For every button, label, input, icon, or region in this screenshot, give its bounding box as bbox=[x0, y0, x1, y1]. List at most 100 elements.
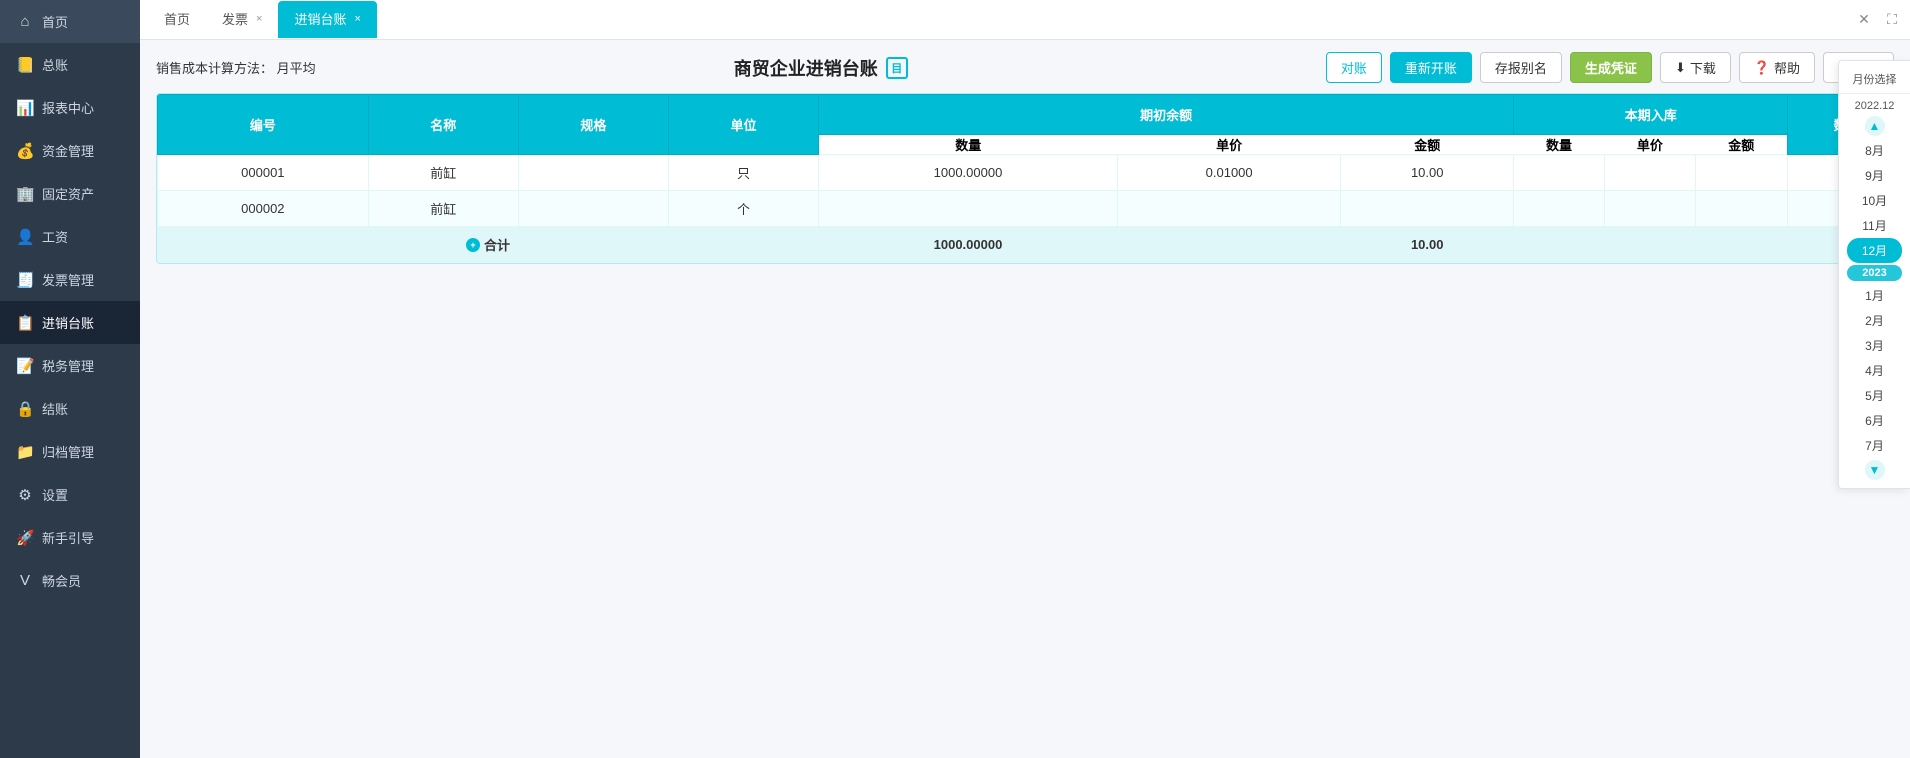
cost-method: 销售成本计算方法： 月平均 bbox=[156, 58, 316, 77]
month-item-10月[interactable]: 10月 bbox=[1839, 188, 1910, 213]
tab-close-inventory-ledger[interactable]: × bbox=[354, 13, 360, 25]
tab-inventory-ledger[interactable]: 进销台账× bbox=[278, 1, 376, 38]
month-nav-down-button[interactable]: ▼ bbox=[1865, 460, 1885, 480]
table-row: 000001 前缸 只 1000.00000 0.01000 10.00 bbox=[158, 155, 1893, 191]
cost-method-value: 月平均 bbox=[277, 61, 316, 76]
col-current-in: 本期入库 bbox=[1514, 95, 1788, 135]
month-item-8月[interactable]: 8月 bbox=[1839, 138, 1910, 163]
month-item-1月[interactable]: 1月 bbox=[1839, 283, 1910, 308]
cell-ci-qty bbox=[1514, 191, 1605, 227]
sidebar-icon-invoice-mgmt: 🧾 bbox=[16, 271, 34, 289]
sidebar-label-guide: 新手引导 bbox=[42, 528, 94, 547]
close-window-button[interactable]: ✕ bbox=[1854, 10, 1874, 30]
month-item-6月[interactable]: 6月 bbox=[1839, 408, 1910, 433]
month-item-2月[interactable]: 2月 bbox=[1839, 308, 1910, 333]
total-ci-amount bbox=[1695, 227, 1788, 263]
month-item-4月[interactable]: 4月 bbox=[1839, 358, 1910, 383]
sidebar-item-payroll[interactable]: 👤 工资 bbox=[0, 215, 140, 258]
cell-unit: 只 bbox=[668, 155, 818, 191]
sidebar-item-inventory[interactable]: 📋 进销台账 bbox=[0, 301, 140, 344]
tab-label-home: 首页 bbox=[164, 9, 190, 28]
total-ob-price bbox=[1117, 227, 1340, 263]
cell-ob-amount bbox=[1341, 191, 1514, 227]
sidebar-icon-finance: 💰 bbox=[16, 142, 34, 160]
cell-ob-price: 0.01000 bbox=[1117, 155, 1340, 191]
sidebar-icon-inventory: 📋 bbox=[16, 314, 34, 332]
download-button[interactable]: ⬇ 下载 bbox=[1660, 52, 1731, 83]
sidebar-item-fixed-assets[interactable]: 🏢 固定资产 bbox=[0, 172, 140, 215]
cell-ci-price bbox=[1604, 155, 1695, 191]
sidebar: ⌂ 首页📒 总账📊 报表中心💰 资金管理🏢 固定资产👤 工资🧾 发票管理📋 进销… bbox=[0, 0, 140, 758]
sidebar-item-finance[interactable]: 💰 资金管理 bbox=[0, 129, 140, 172]
cell-ob-qty: 1000.00000 bbox=[819, 155, 1118, 191]
title-area: 销售成本计算方法： 月平均 商贸企业进销台账 目 对账 重新开账 存报别名 生成… bbox=[156, 52, 1894, 83]
month-item-7月[interactable]: 7月 bbox=[1839, 433, 1910, 458]
month-nav-up: ▲ bbox=[1839, 116, 1910, 136]
sidebar-item-reports[interactable]: 📊 报表中心 bbox=[0, 86, 140, 129]
generate-voucher-button[interactable]: 生成凭证 bbox=[1570, 52, 1652, 83]
reopen-button[interactable]: 重新开账 bbox=[1390, 52, 1472, 83]
total-ob-amount: 10.00 bbox=[1341, 227, 1514, 263]
cell-spec bbox=[518, 155, 668, 191]
cost-method-label: 销售成本计算方法： bbox=[156, 61, 273, 76]
month-item-5月[interactable]: 5月 bbox=[1839, 383, 1910, 408]
total-ci-price bbox=[1604, 227, 1695, 263]
month-panel: 月份选择 2022.12 ▲ 8月9月10月11月12月20231月2月3月4月… bbox=[1838, 60, 1910, 489]
tab-invoice[interactable]: 发票 × bbox=[206, 1, 278, 38]
sidebar-label-tax: 税务管理 bbox=[42, 356, 94, 375]
sidebar-icon-home: ⌂ bbox=[16, 13, 34, 30]
sidebar-icon-general-ledger: 📒 bbox=[16, 56, 34, 74]
month-item-9月[interactable]: 9月 bbox=[1839, 163, 1910, 188]
sidebar-item-general-ledger[interactable]: 📒 总账 bbox=[0, 43, 140, 86]
page-title-text: 商贸企业进销台账 bbox=[734, 55, 878, 81]
sidebar-item-guide[interactable]: 🚀 新手引导 bbox=[0, 516, 140, 559]
cell-ob-amount: 10.00 bbox=[1341, 155, 1514, 191]
cell-ob-price bbox=[1117, 191, 1340, 227]
col-ci-qty: 数量 bbox=[1514, 135, 1605, 155]
sidebar-icon-payroll: 👤 bbox=[16, 228, 34, 246]
reconcile-button[interactable]: 对账 bbox=[1326, 52, 1382, 83]
maximize-window-button[interactable]: ⛶ bbox=[1882, 10, 1902, 30]
tab-label-invoice: 发票 bbox=[222, 9, 248, 28]
col-ob-price: 单价 bbox=[1117, 135, 1340, 155]
col-name: 名称 bbox=[368, 95, 518, 155]
sidebar-label-closing: 结账 bbox=[42, 399, 68, 418]
sidebar-label-inventory: 进销台账 bbox=[42, 313, 94, 332]
month-item-12月[interactable]: 12月 bbox=[1847, 238, 1902, 263]
sidebar-label-fixed-assets: 固定资产 bbox=[42, 184, 94, 203]
sidebar-item-tax[interactable]: 📝 税务管理 bbox=[0, 344, 140, 387]
toolbar: 对账 重新开账 存报别名 生成凭证 ⬇ 下载 ❓ 帮助 ↻ 刷新 bbox=[1326, 52, 1894, 83]
total-label-text: 合计 bbox=[484, 235, 510, 254]
month-list: 8月9月10月11月12月20231月2月3月4月5月6月7月 bbox=[1839, 138, 1910, 458]
cell-code: 000001 bbox=[158, 155, 369, 191]
sidebar-icon-tax: 📝 bbox=[16, 357, 34, 375]
sidebar-item-settings[interactable]: ⚙ 设置 bbox=[0, 473, 140, 516]
save-alias-button[interactable]: 存报别名 bbox=[1480, 52, 1562, 83]
title-info-icon[interactable]: 目 bbox=[886, 57, 908, 79]
month-nav-up-button[interactable]: ▲ bbox=[1865, 116, 1885, 136]
sidebar-item-archive[interactable]: 📁 归档管理 bbox=[0, 430, 140, 473]
help-icon: ❓ bbox=[1754, 60, 1770, 76]
sidebar-item-invoice-mgmt[interactable]: 🧾 发票管理 bbox=[0, 258, 140, 301]
sidebar-icon-closing: 🔒 bbox=[16, 400, 34, 418]
col-ci-price: 单价 bbox=[1604, 135, 1695, 155]
month-item-11月[interactable]: 11月 bbox=[1839, 213, 1910, 238]
tab-close-invoice[interactable]: × bbox=[256, 13, 262, 25]
sidebar-item-home[interactable]: ⌂ 首页 bbox=[0, 0, 140, 43]
sidebar-item-member[interactable]: V 畅会员 bbox=[0, 559, 140, 602]
help-button[interactable]: ❓ 帮助 bbox=[1739, 52, 1815, 83]
cell-code: 000002 bbox=[158, 191, 369, 227]
table-row: 000002 前缸 个 bbox=[158, 191, 1893, 227]
sidebar-label-payroll: 工资 bbox=[42, 227, 68, 246]
month-item-3月[interactable]: 3月 bbox=[1839, 333, 1910, 358]
cell-ci-amount bbox=[1695, 155, 1788, 191]
month-nav-down: ▼ bbox=[1839, 460, 1910, 480]
sidebar-icon-reports: 📊 bbox=[16, 99, 34, 117]
sidebar-label-reports: 报表中心 bbox=[42, 98, 94, 117]
tab-home[interactable]: 首页 bbox=[148, 1, 206, 38]
sidebar-item-closing[interactable]: 🔒 结账 bbox=[0, 387, 140, 430]
total-label-cell: + 合计 bbox=[158, 227, 819, 263]
year-2022-label: 2022.12 bbox=[1839, 98, 1910, 114]
page-content: 销售成本计算方法： 月平均 商贸企业进销台账 目 对账 重新开账 存报别名 生成… bbox=[140, 40, 1910, 758]
col-spec: 规格 bbox=[518, 95, 668, 155]
